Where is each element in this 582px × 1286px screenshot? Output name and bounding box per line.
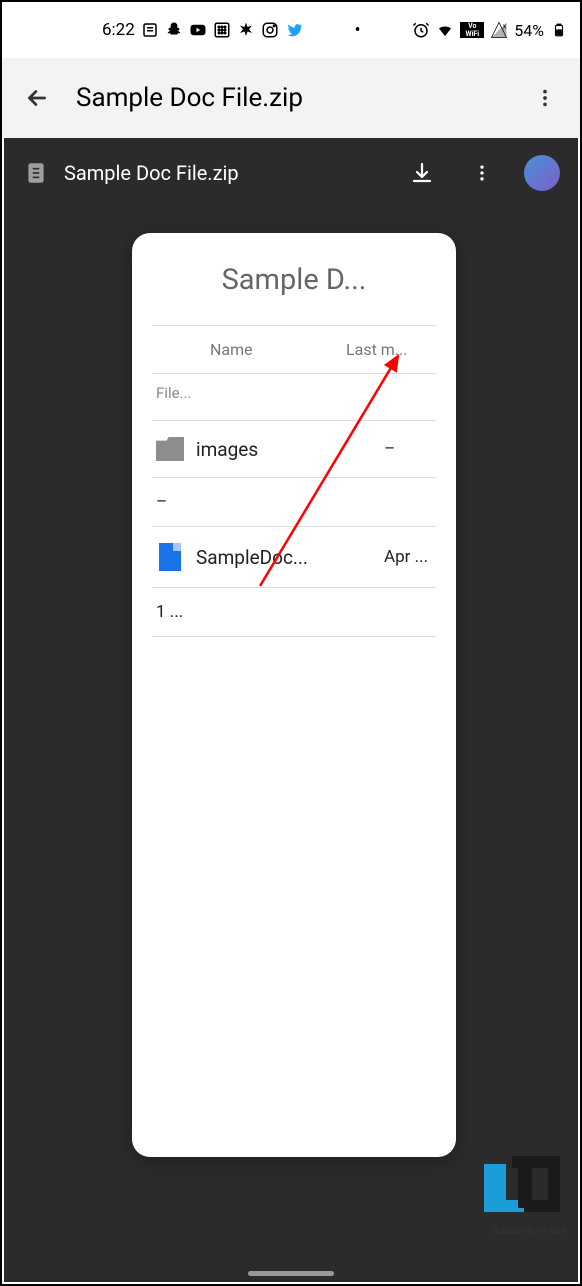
pagination-text: 1 ...: [156, 588, 432, 636]
table-row[interactable]: SampleDoc... Apr ...: [156, 527, 432, 587]
file-type-icon: [22, 159, 50, 187]
header-title: Sample Doc File.zip: [76, 83, 530, 113]
battery-percent: 54%: [514, 21, 544, 40]
alarm-icon: [412, 21, 430, 39]
file-name: images: [196, 438, 384, 461]
battery-icon: [550, 21, 568, 39]
instagram-icon: [261, 21, 279, 39]
separator-dot: •: [353, 20, 363, 41]
snapchat-icon: [165, 21, 183, 39]
wifi-icon: [436, 21, 454, 39]
column-headers: Name Last m...: [156, 326, 432, 373]
file-date: Apr ...: [384, 547, 432, 567]
notification-icon: [141, 21, 159, 39]
table-row[interactable]: images –: [156, 421, 432, 477]
watermark-logo: GADGETS TO USE: [476, 1156, 566, 1220]
document-preview-card[interactable]: Sample D... Name Last m... File... image…: [132, 233, 456, 1157]
header-menu-button[interactable]: [530, 83, 560, 113]
apps-grid-icon: [213, 21, 231, 39]
download-button[interactable]: [408, 159, 436, 187]
home-indicator[interactable]: [248, 1271, 334, 1276]
doc-title: Sample D...: [156, 263, 432, 297]
folder-icon: [156, 437, 184, 461]
file-date: –: [384, 439, 432, 459]
col-lastmodified-header: Last m...: [346, 340, 410, 359]
youtube-icon: [189, 21, 207, 39]
twitter-icon: [285, 21, 303, 39]
app-header: Sample Doc File.zip: [2, 58, 580, 138]
back-button[interactable]: [22, 83, 52, 113]
file-name: SampleDoc...: [196, 546, 384, 569]
watermark-text: GADGETS TO USE: [494, 1227, 566, 1236]
preview-menu-button[interactable]: [468, 159, 496, 187]
preview-header: Sample Doc File.zip: [4, 138, 578, 208]
status-time: 6:22: [102, 20, 135, 40]
table-row: –: [156, 478, 432, 526]
signal-icon: x: [490, 21, 508, 39]
asterisk-icon: [237, 21, 255, 39]
user-avatar[interactable]: [524, 155, 560, 191]
status-bar: 6:22 • VoWiFi x: [2, 2, 580, 58]
document-icon: [159, 543, 181, 571]
svg-text:x: x: [503, 22, 507, 31]
section-label: File...: [156, 374, 432, 420]
col-name-header: Name: [210, 340, 346, 359]
vowifi-icon: VoWiFi: [460, 22, 484, 38]
file-viewer: Sample Doc File.zip Sample D... Name Las…: [4, 138, 578, 1282]
preview-filename: Sample Doc File.zip: [64, 161, 394, 185]
